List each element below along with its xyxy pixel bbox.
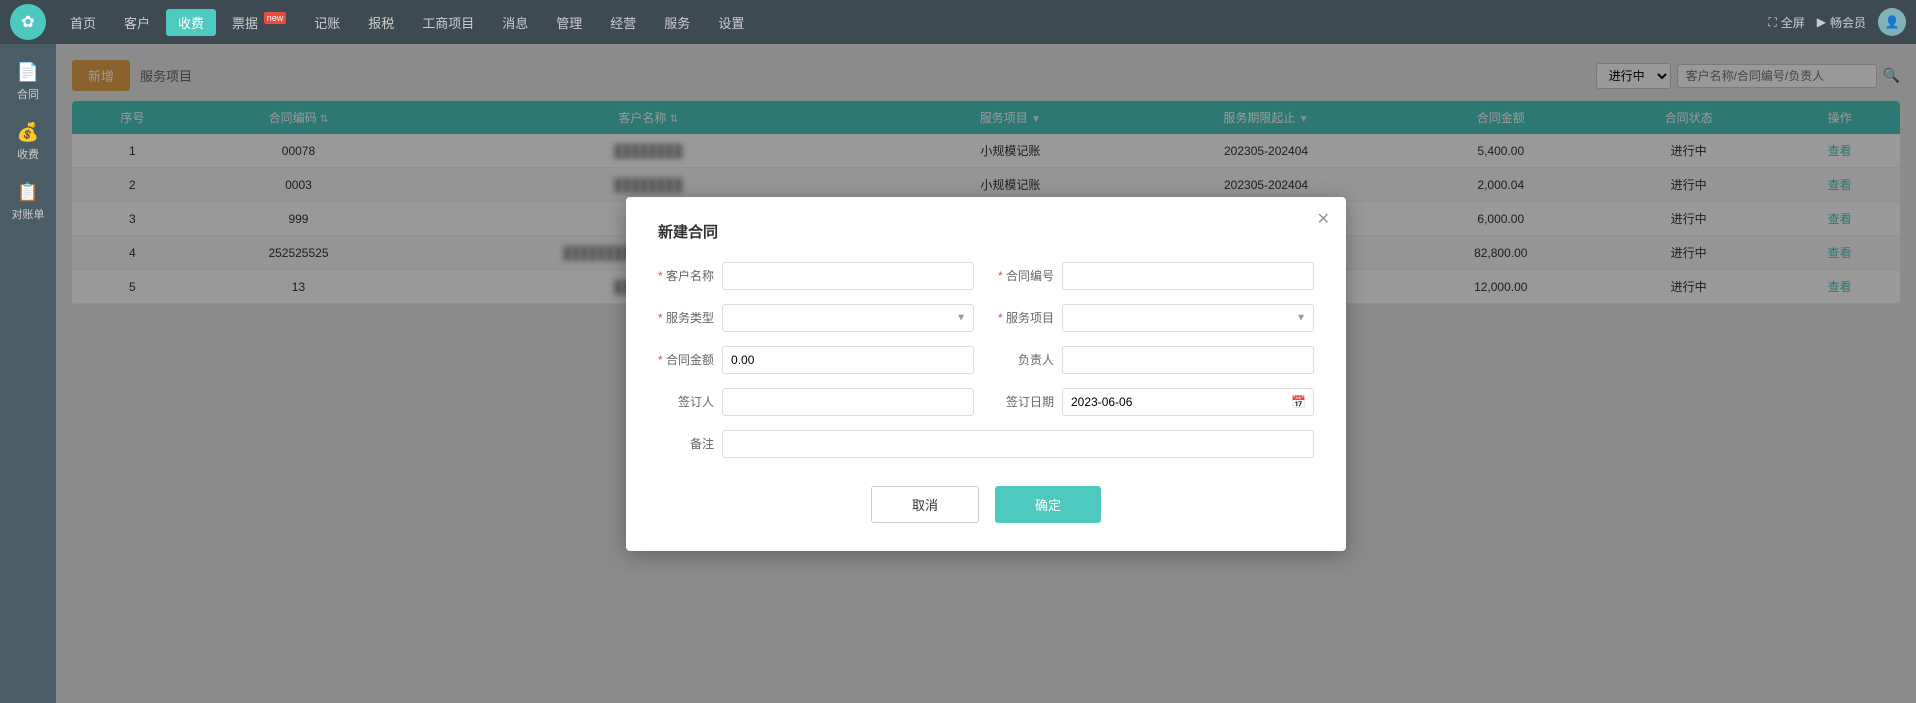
modal-footer: 取消 确定	[658, 486, 1314, 523]
contract-no-input[interactable]	[1062, 262, 1314, 290]
nav-manage[interactable]: 管理	[544, 9, 594, 36]
responsible-person-input[interactable]	[1062, 346, 1314, 374]
service-item-select-wrap: ▼	[1062, 304, 1314, 332]
service-item-select[interactable]	[1062, 304, 1314, 332]
app-logo: ✿	[10, 4, 46, 40]
play-icon: ▶	[1817, 15, 1826, 29]
fullscreen-label: 全屏	[1781, 14, 1805, 31]
main-layout: 📄 合同 💰 收费 📋 对账单 新增 服务项目 进行中 已完成 已终止 🔍	[0, 44, 1916, 703]
top-nav: ✿ 首页 客户 收费 票据 new 记账 报税 工商项目 消息 管理 经营 服务…	[0, 0, 1916, 44]
service-item-row: 服务项目 ▼	[998, 304, 1314, 332]
nav-customer[interactable]: 客户	[112, 9, 162, 36]
sidebar-label-statement: 对账单	[12, 206, 45, 222]
statement-icon: 📋	[17, 182, 39, 203]
billing-icon: 💰	[17, 122, 39, 143]
nav-tax[interactable]: 报税	[356, 9, 406, 36]
signer-input[interactable]	[722, 388, 974, 416]
modal-overlay: ✕ 新建合同 客户名称 合同编号 服务类型	[56, 44, 1916, 703]
nav-menu: 首页 客户 收费 票据 new 记账 报税 工商项目 消息 管理 经营 服务 设…	[58, 9, 1768, 36]
modal-close-button[interactable]: ✕	[1317, 209, 1330, 229]
nav-settings[interactable]: 设置	[706, 9, 756, 36]
responsible-person-label: 负责人	[998, 351, 1054, 368]
signer-row: 签订人	[658, 388, 974, 416]
content-area: 新增 服务项目 进行中 已完成 已终止 🔍 序号 合同编码 ⇅	[56, 44, 1916, 703]
contract-amount-input[interactable]	[722, 346, 974, 374]
avatar[interactable]: 👤	[1878, 8, 1906, 36]
contract-no-row: 合同编号	[998, 262, 1314, 290]
confirm-button[interactable]: 确定	[995, 486, 1101, 523]
service-type-select[interactable]	[722, 304, 974, 332]
nav-billing[interactable]: 收费	[166, 9, 216, 36]
contract-amount-label: 合同金额	[658, 351, 714, 368]
sidebar: 📄 合同 💰 收费 📋 对账单	[0, 44, 56, 703]
member-label: 畅会员	[1830, 14, 1866, 31]
cancel-button[interactable]: 取消	[871, 486, 979, 523]
sidebar-label-contract: 合同	[17, 86, 39, 102]
nav-right: ⛶ 全屏 ▶ 畅会员 👤	[1768, 8, 1906, 36]
responsible-person-row: 负责人	[998, 346, 1314, 374]
contract-no-label: 合同编号	[998, 267, 1054, 284]
nav-service[interactable]: 服务	[652, 9, 702, 36]
sidebar-item-contract[interactable]: 📄 合同	[0, 54, 56, 110]
service-type-row: 服务类型 ▼	[658, 304, 974, 332]
service-type-label: 服务类型	[658, 309, 714, 326]
sidebar-item-statement[interactable]: 📋 对账单	[0, 174, 56, 230]
sign-date-label: 签订日期	[998, 393, 1054, 410]
service-type-select-wrap: ▼	[722, 304, 974, 332]
service-item-label: 服务项目	[998, 309, 1054, 326]
signer-label: 签订人	[658, 393, 714, 410]
nav-home[interactable]: 首页	[58, 9, 108, 36]
fullscreen-button[interactable]: ⛶ 全屏	[1768, 14, 1804, 31]
fullscreen-icon: ⛶	[1768, 15, 1776, 30]
member-button[interactable]: ▶ 畅会员	[1817, 14, 1866, 31]
sign-date-input[interactable]	[1062, 388, 1314, 416]
customer-name-label: 客户名称	[658, 267, 714, 284]
modal-title: 新建合同	[658, 221, 1314, 242]
customer-name-input[interactable]	[722, 262, 974, 290]
sidebar-item-billing[interactable]: 💰 收费	[0, 114, 56, 170]
new-contract-modal: ✕ 新建合同 客户名称 合同编号 服务类型	[626, 197, 1346, 551]
remarks-row: 备注	[658, 430, 1314, 458]
nav-business[interactable]: 工商项目	[410, 9, 486, 36]
sign-date-wrap: 📅	[1062, 388, 1314, 416]
contract-amount-row: 合同金额	[658, 346, 974, 374]
new-badge: new	[264, 12, 287, 24]
nav-message[interactable]: 消息	[490, 9, 540, 36]
nav-invoice[interactable]: 票据 new	[220, 9, 298, 36]
sign-date-row: 签订日期 📅	[998, 388, 1314, 416]
sidebar-label-billing: 收费	[17, 146, 39, 162]
customer-name-row: 客户名称	[658, 262, 974, 290]
contract-icon: 📄	[17, 62, 39, 83]
remarks-input[interactable]	[722, 430, 1314, 458]
nav-bookkeeping[interactable]: 记账	[302, 9, 352, 36]
remarks-label: 备注	[658, 435, 714, 452]
form-grid: 客户名称 合同编号 服务类型 ▼	[658, 262, 1314, 458]
nav-operation[interactable]: 经营	[598, 9, 648, 36]
